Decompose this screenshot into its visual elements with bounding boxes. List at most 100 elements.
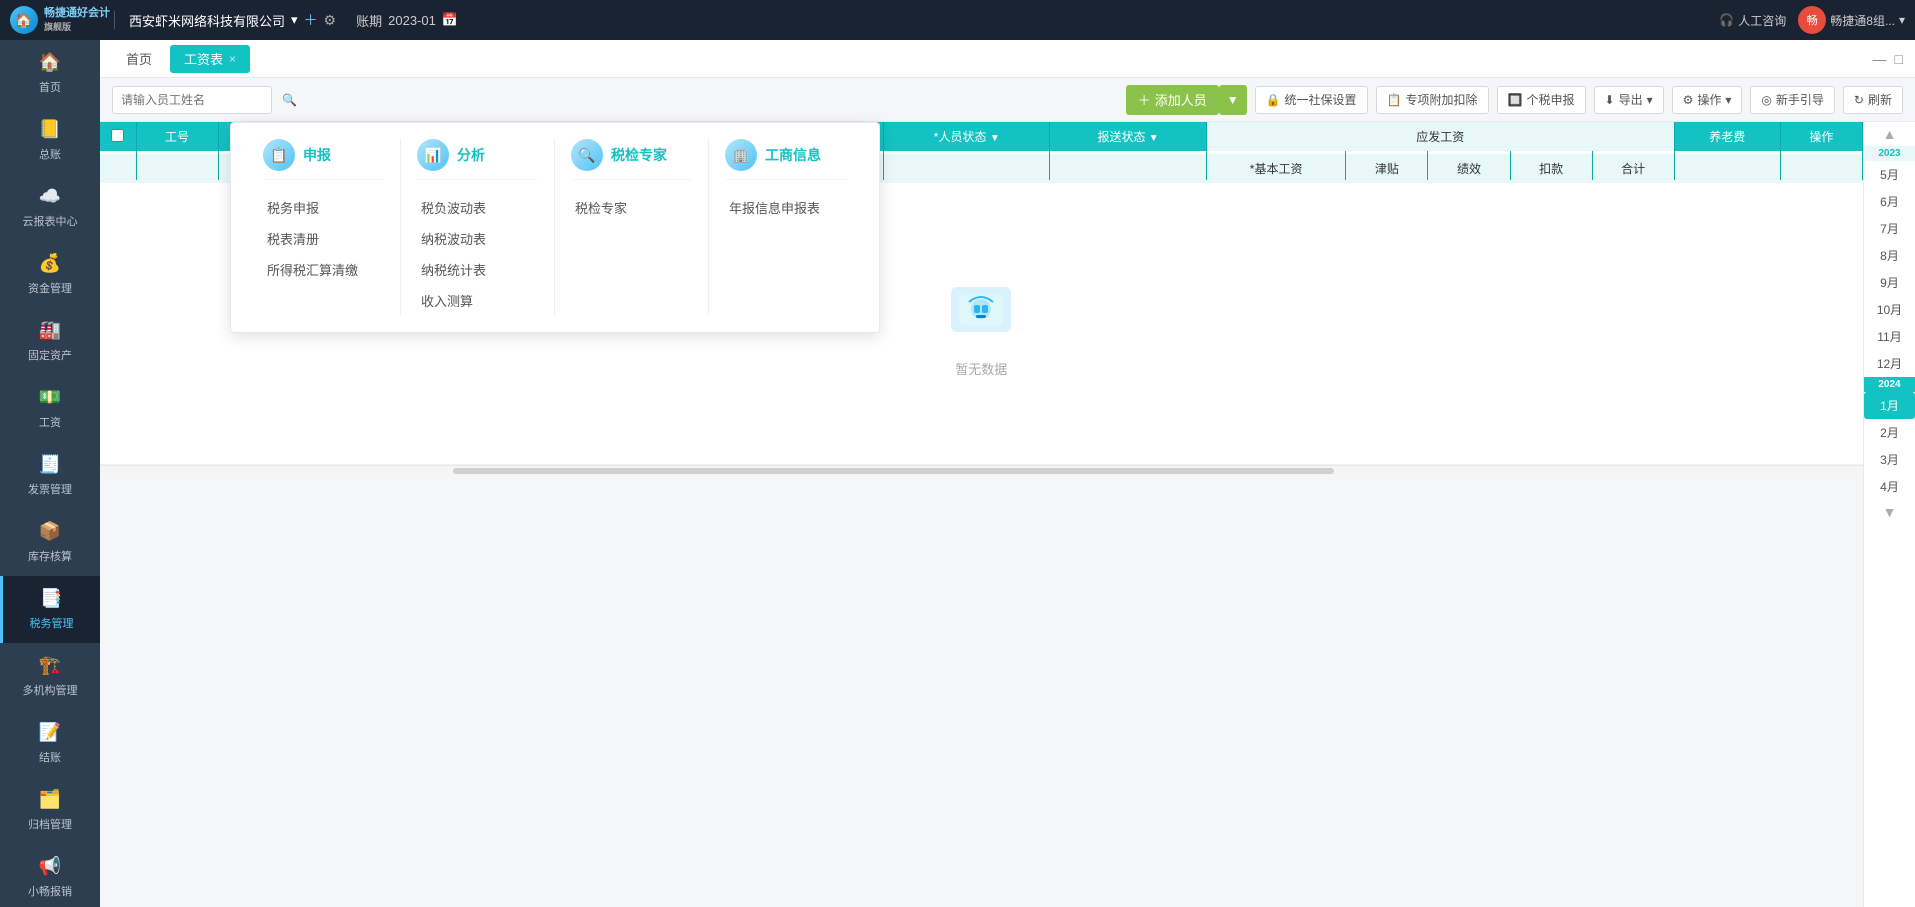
empty-state-label: 暂无数据: [955, 359, 1007, 378]
new-guide-label: 新手引导: [1776, 91, 1824, 108]
calendar-nav-down[interactable]: ▼: [1879, 500, 1901, 524]
tax-declaration-btn[interactable]: 🔲 个税申报: [1497, 86, 1586, 114]
sidebar-label-fixed-asset: 固定资产: [28, 347, 72, 363]
user-avatar-area[interactable]: 畅 畅捷通8组... ▾: [1798, 6, 1905, 34]
support-label: 人工咨询: [1738, 12, 1786, 29]
company-selector[interactable]: 西安虾米网络科技有限公司 ▾ ＋ ⚙: [129, 10, 336, 30]
scrollbar-area[interactable]: [100, 465, 1863, 475]
special-deduction-btn[interactable]: 📋 专项附加扣除: [1376, 86, 1489, 114]
settings-icon[interactable]: ⚙: [324, 12, 337, 29]
period-selector[interactable]: 账期 2023-01 📅: [356, 11, 458, 30]
dropdown-item-tax-expert[interactable]: 税检专家: [571, 192, 692, 223]
sidebar-item-inventory[interactable]: 📦 库存核算: [0, 509, 100, 576]
dropdown-item-tax-schedule[interactable]: 税表清册: [263, 223, 384, 254]
business-info-title: 工商信息: [765, 145, 821, 165]
sidebar-label-settlement: 结账: [39, 749, 61, 765]
tab-home[interactable]: 首页: [112, 45, 166, 73]
sidebar-item-settlement[interactable]: 📝 结账: [0, 710, 100, 777]
calendar-month-9[interactable]: 9月: [1864, 269, 1915, 296]
operations-btn[interactable]: ⚙ 操作 ▾: [1672, 86, 1743, 114]
scrollbar-thumb[interactable]: [453, 468, 1335, 474]
sidebar-item-ledger[interactable]: 📒 总账: [0, 107, 100, 174]
report-status-filter-icon[interactable]: ▼: [1149, 133, 1159, 144]
support-btn[interactable]: 🎧 人工咨询: [1719, 12, 1786, 29]
xiaochang-icon: 📢: [39, 856, 61, 877]
sidebar-item-salary[interactable]: 💵 工资: [0, 375, 100, 442]
search-box[interactable]: 🔍: [112, 86, 272, 114]
sidebar-item-invoice[interactable]: 🧾 发票管理: [0, 442, 100, 509]
sidebar-item-tax[interactable]: 📑 税务管理: [0, 576, 100, 643]
calendar-month-5[interactable]: 5月: [1864, 161, 1915, 188]
dropdown-item-tax-payment[interactable]: 纳税波动表: [417, 223, 538, 254]
calendar-month-6[interactable]: 6月: [1864, 188, 1915, 215]
sidebar-label-multi-org: 多机构管理: [23, 682, 78, 698]
tax-declaration-icon: 🔲: [1508, 93, 1523, 107]
calendar-month-2024-3[interactable]: 3月: [1864, 446, 1915, 473]
sidebar-item-fund[interactable]: 💰 资金管理: [0, 241, 100, 308]
tax-declaration-label: 个税申报: [1526, 91, 1574, 108]
dropdown-item-tax-declaration[interactable]: 税务申报: [263, 192, 384, 223]
sidebar-label-xiaochang: 小畅报销: [28, 883, 72, 899]
tab-minimize-icon[interactable]: —: [1873, 51, 1887, 67]
export-btn[interactable]: ⬇ 导出 ▾: [1594, 86, 1664, 114]
person-status-filter-icon[interactable]: ▼: [990, 133, 1000, 144]
th-sub-empty-7: [884, 154, 1050, 184]
tab-salary-table[interactable]: 工资表 ×: [170, 45, 250, 73]
new-guide-toolbar-btn[interactable]: ◎ 新手引导: [1750, 86, 1835, 114]
dropdown-section-tax-expert: 🔍 税检专家 税检专家: [555, 139, 709, 316]
calendar-month-10[interactable]: 10月: [1864, 296, 1915, 323]
sidebar-item-cloud-report[interactable]: ☁️ 云报表中心: [0, 174, 100, 241]
sidebar-label-home: 首页: [39, 79, 61, 95]
sidebar-label-fund: 资金管理: [28, 280, 72, 296]
select-all-checkbox[interactable]: [111, 129, 124, 142]
social-security-btn[interactable]: 🔒 统一社保设置: [1255, 86, 1368, 114]
ledger-icon: 📒: [39, 119, 61, 140]
logo-title: 畅捷通好会计: [44, 7, 110, 20]
sidebar-item-home[interactable]: 🏠 首页: [0, 40, 100, 107]
sidebar-label-salary: 工资: [39, 414, 61, 430]
content-area: 首页 工资表 × — □ 🔍 ＋ 添加人员: [100, 40, 1915, 907]
declaration-title: 申报: [303, 145, 331, 165]
sidebar-item-archive[interactable]: 🗂️ 归档管理: [0, 777, 100, 844]
business-info-icon: 🏢: [725, 139, 757, 171]
dropdown-item-tax-stats[interactable]: 纳税统计表: [417, 254, 538, 285]
dropdown-item-annual-report[interactable]: 年报信息申报表: [725, 192, 847, 223]
add-person-button[interactable]: ＋ 添加人员: [1126, 85, 1219, 115]
search-icon: 🔍: [282, 93, 297, 107]
special-deduction-label: 专项附加扣除: [1406, 91, 1478, 108]
add-person-plus-icon: ＋: [1138, 90, 1151, 109]
sidebar-item-fixed-asset[interactable]: 🏭 固定资产: [0, 308, 100, 375]
sidebar-label-tax: 税务管理: [30, 615, 74, 631]
dropdown-section-analysis-header: 📊 分析: [417, 139, 538, 180]
calendar-month-11[interactable]: 11月: [1864, 323, 1915, 350]
empty-state-icon: [941, 267, 1021, 347]
calendar-nav-up[interactable]: ▲: [1879, 122, 1901, 146]
th-sub-empty-8: [1050, 154, 1207, 184]
calendar-month-12[interactable]: 12月: [1864, 350, 1915, 377]
calendar-month-2024-4[interactable]: 4月: [1864, 473, 1915, 500]
app-logo: 🏠 畅捷通好会计 旗舰版: [10, 6, 110, 34]
cloud-icon: ☁️: [39, 186, 61, 207]
fixed-asset-icon: 🏭: [39, 320, 61, 341]
add-company-icon[interactable]: ＋: [304, 10, 318, 30]
add-person-dropdown-button[interactable]: ▼: [1219, 85, 1247, 115]
sidebar-item-multi-org[interactable]: 🏗️ 多机构管理: [0, 643, 100, 710]
th-checkbox[interactable]: [100, 122, 136, 151]
operations-dropdown-icon: ▾: [1725, 93, 1731, 107]
calendar-month-7[interactable]: 7月: [1864, 215, 1915, 242]
avatar-initial: 畅: [1807, 12, 1818, 28]
tab-close-icon[interactable]: ×: [229, 52, 236, 66]
calendar-month-2024-2[interactable]: 2月: [1864, 419, 1915, 446]
refresh-btn[interactable]: ↻ 刷新: [1843, 86, 1903, 114]
dropdown-item-tax-burden[interactable]: 税负波动表: [417, 192, 538, 223]
search-input[interactable]: [121, 93, 276, 107]
tabs-right-controls: — □: [1873, 51, 1903, 67]
calendar-month-2024-1[interactable]: 1月: [1864, 392, 1915, 419]
tab-expand-icon[interactable]: □: [1895, 51, 1903, 67]
calendar-icon[interactable]: 📅: [442, 12, 458, 28]
dropdown-item-income-tax[interactable]: 所得税汇算清缴: [263, 254, 384, 285]
sidebar-item-xiaochang[interactable]: 📢 小畅报销: [0, 844, 100, 907]
company-dropdown-icon[interactable]: ▾: [291, 12, 298, 28]
dropdown-item-income-estimate[interactable]: 收入测算: [417, 285, 538, 316]
calendar-month-8[interactable]: 8月: [1864, 242, 1915, 269]
